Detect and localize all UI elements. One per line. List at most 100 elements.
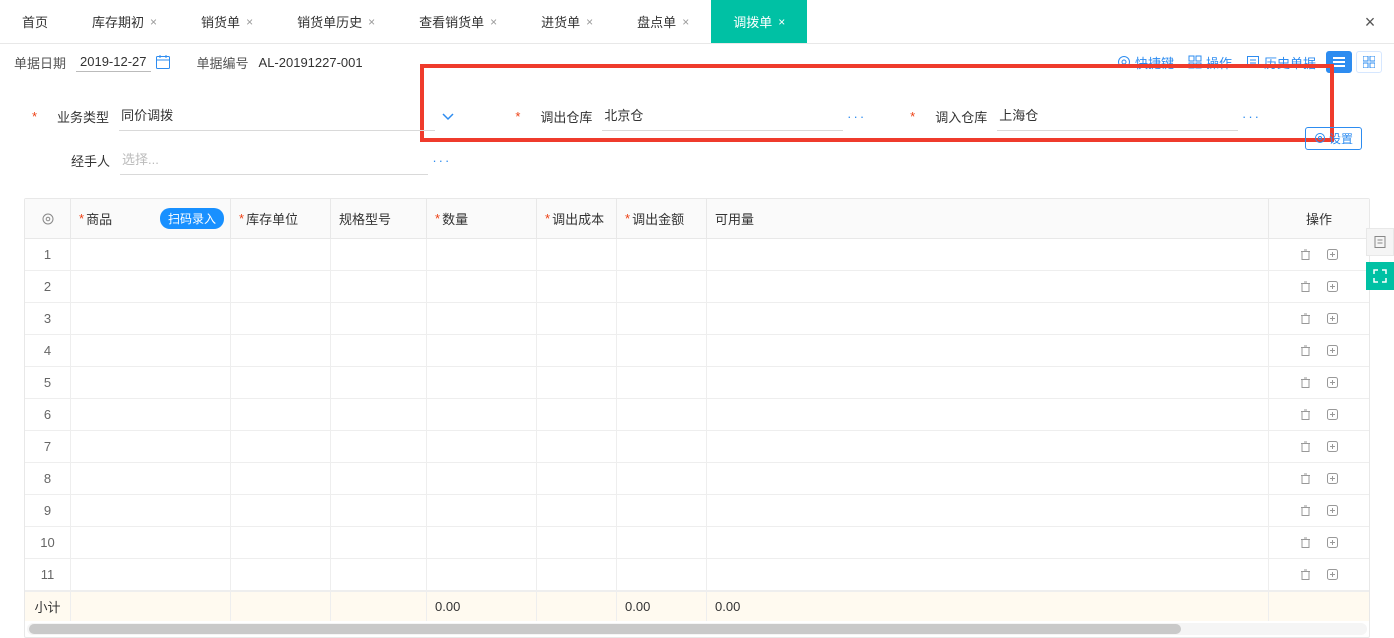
table-row[interactable]: 4	[25, 335, 1369, 367]
delete-row-icon[interactable]	[1299, 536, 1312, 549]
cell-avail[interactable]	[707, 527, 1269, 558]
cell-qty[interactable]	[427, 399, 537, 430]
cell-amount[interactable]	[617, 559, 707, 590]
more-icon[interactable]: ···	[843, 109, 870, 124]
cell-amount[interactable]	[617, 367, 707, 398]
tab-inventory-init[interactable]: 库存期初 ×	[70, 0, 179, 43]
cell-avail[interactable]	[707, 335, 1269, 366]
delete-row-icon[interactable]	[1299, 472, 1312, 485]
cell-amount[interactable]	[617, 463, 707, 494]
cell-qty[interactable]	[427, 463, 537, 494]
business-type-field[interactable]: * 业务类型 同价调拨	[32, 94, 455, 138]
close-icon[interactable]: ×	[246, 15, 253, 29]
cell-unit[interactable]	[231, 399, 331, 430]
close-icon[interactable]: ×	[682, 15, 689, 29]
cell-spec[interactable]	[331, 239, 427, 270]
in-warehouse-value[interactable]: 上海仓	[997, 101, 1238, 131]
cell-avail[interactable]	[707, 271, 1269, 302]
business-type-value[interactable]: 同价调拨	[119, 101, 435, 131]
table-row[interactable]: 3	[25, 303, 1369, 335]
add-row-icon[interactable]	[1326, 440, 1339, 453]
cell-amount[interactable]	[617, 303, 707, 334]
add-row-icon[interactable]	[1326, 248, 1339, 261]
cell-amount[interactable]	[617, 495, 707, 526]
cell-product[interactable]	[71, 367, 231, 398]
cell-qty[interactable]	[427, 239, 537, 270]
chevron-down-icon[interactable]	[441, 109, 455, 123]
cell-qty[interactable]	[427, 559, 537, 590]
more-icon[interactable]: ···	[428, 153, 455, 168]
add-row-icon[interactable]	[1326, 536, 1339, 549]
cell-qty[interactable]	[427, 335, 537, 366]
date-value[interactable]: 2019-12-27	[76, 52, 151, 72]
tab-purchase[interactable]: 进货单 ×	[519, 0, 615, 43]
cell-product[interactable]	[71, 527, 231, 558]
cell-product[interactable]	[71, 271, 231, 302]
operations-link[interactable]: 操作	[1184, 53, 1236, 72]
cell-qty[interactable]	[427, 303, 537, 334]
add-row-icon[interactable]	[1326, 568, 1339, 581]
cell-unit[interactable]	[231, 559, 331, 590]
settings-button[interactable]: 设置	[1305, 127, 1362, 150]
table-row[interactable]: 1	[25, 239, 1369, 271]
scan-entry-badge[interactable]: 扫码录入	[160, 208, 224, 229]
notes-fab[interactable]	[1366, 228, 1394, 256]
cell-avail[interactable]	[707, 559, 1269, 590]
tab-sale-history[interactable]: 销货单历史 ×	[275, 0, 397, 43]
cell-qty[interactable]	[427, 527, 537, 558]
cell-avail[interactable]	[707, 399, 1269, 430]
cell-amount[interactable]	[617, 527, 707, 558]
col-settings[interactable]	[25, 199, 71, 238]
cell-unit[interactable]	[231, 495, 331, 526]
scrollbar-thumb[interactable]	[29, 624, 1181, 634]
cell-avail[interactable]	[707, 303, 1269, 334]
table-row[interactable]: 6	[25, 399, 1369, 431]
in-warehouse-field[interactable]: * 调入仓库 上海仓 ···	[910, 94, 1265, 138]
cell-avail[interactable]	[707, 463, 1269, 494]
cell-qty[interactable]	[427, 367, 537, 398]
cell-product[interactable]	[71, 399, 231, 430]
grid-body[interactable]: 1234567891011	[25, 239, 1369, 591]
cell-unit[interactable]	[231, 431, 331, 462]
add-row-icon[interactable]	[1326, 408, 1339, 421]
delete-row-icon[interactable]	[1299, 440, 1312, 453]
horizontal-scrollbar[interactable]	[27, 623, 1367, 635]
add-row-icon[interactable]	[1326, 504, 1339, 517]
add-row-icon[interactable]	[1326, 344, 1339, 357]
cell-spec[interactable]	[331, 431, 427, 462]
cell-spec[interactable]	[331, 463, 427, 494]
add-row-icon[interactable]	[1326, 280, 1339, 293]
tab-view-sale[interactable]: 查看销货单 ×	[397, 0, 519, 43]
view-grid-button[interactable]	[1356, 51, 1382, 73]
tab-home[interactable]: 首页	[0, 0, 70, 43]
delete-row-icon[interactable]	[1299, 280, 1312, 293]
table-row[interactable]: 10	[25, 527, 1369, 559]
cell-unit[interactable]	[231, 463, 331, 494]
cell-product[interactable]	[71, 239, 231, 270]
view-list-button[interactable]	[1326, 51, 1352, 73]
cell-unit[interactable]	[231, 527, 331, 558]
cell-spec[interactable]	[331, 367, 427, 398]
cell-cost[interactable]	[537, 303, 617, 334]
cell-spec[interactable]	[331, 335, 427, 366]
cell-cost[interactable]	[537, 335, 617, 366]
cell-cost[interactable]	[537, 271, 617, 302]
cell-avail[interactable]	[707, 239, 1269, 270]
table-row[interactable]: 5	[25, 367, 1369, 399]
table-row[interactable]: 11	[25, 559, 1369, 591]
cell-qty[interactable]	[427, 271, 537, 302]
cell-unit[interactable]	[231, 239, 331, 270]
cell-unit[interactable]	[231, 303, 331, 334]
history-link[interactable]: 历史单据	[1242, 53, 1320, 72]
table-row[interactable]: 7	[25, 431, 1369, 463]
more-icon[interactable]: ···	[1238, 109, 1265, 124]
cell-cost[interactable]	[537, 463, 617, 494]
out-warehouse-field[interactable]: * 调出仓库 北京仓 ···	[515, 94, 870, 138]
tab-transfer[interactable]: 调拨单 ×	[711, 0, 807, 43]
calendar-icon[interactable]	[155, 54, 171, 70]
delete-row-icon[interactable]	[1299, 504, 1312, 517]
close-icon[interactable]: ×	[778, 15, 785, 29]
cell-cost[interactable]	[537, 559, 617, 590]
cell-product[interactable]	[71, 495, 231, 526]
cell-avail[interactable]	[707, 495, 1269, 526]
